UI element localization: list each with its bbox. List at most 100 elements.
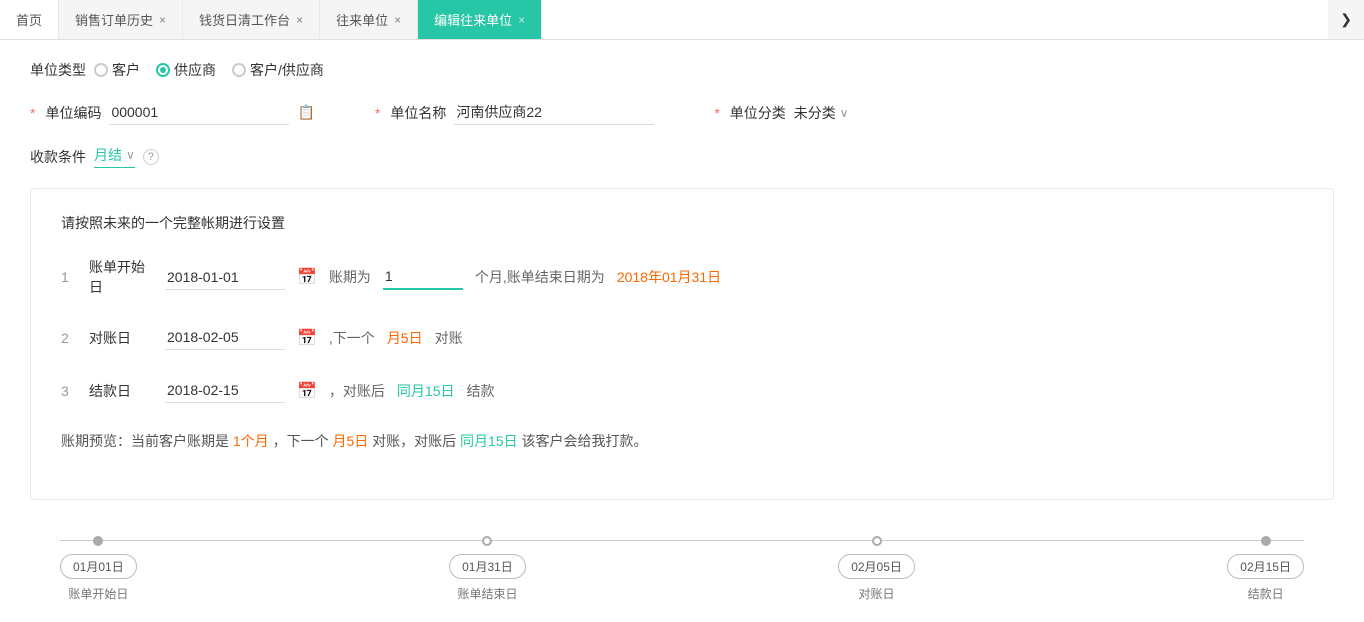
radio-customer[interactable]: 客户 — [94, 60, 140, 80]
settings-panel: 请按照未来的一个完整帐期进行设置 1 账单开始日 📅 账期为 个月,账单结束日期… — [30, 188, 1334, 500]
unit-type-label: 单位类型 — [30, 60, 86, 80]
unit-name-input[interactable] — [454, 100, 654, 125]
preview-highlight2: 月5日 — [332, 433, 368, 449]
radio-both-label: 客户/供应商 — [250, 60, 324, 80]
tab-sales-close[interactable]: × — [159, 13, 166, 27]
row-3-desc-prefix: ，对账后 — [329, 381, 385, 401]
start-date-input[interactable] — [165, 265, 285, 290]
copy-icon[interactable]: 📋 — [297, 104, 314, 121]
reconcile-date-input[interactable] — [165, 325, 285, 350]
tab-bar: 首页 销售订单历史 × 钱货日清工作台 × 往来单位 × 编辑往来单位 × ❯ — [0, 0, 1364, 40]
unit-category-star: * — [714, 105, 719, 121]
payment-dropdown-icon: ∨ — [126, 148, 135, 162]
timeline-dot-settle — [1261, 536, 1271, 546]
row-2-label: 对账日 — [89, 328, 153, 348]
tab-home-label: 首页 — [16, 10, 42, 29]
chevron-right-icon: ❯ — [1340, 11, 1352, 28]
settings-row-3: 3 结款日 📅 ，对账后 同月15日 结款 — [61, 378, 1303, 403]
timeline-badge-1: 01月31日 — [449, 554, 526, 579]
tab-edit-close[interactable]: × — [518, 13, 525, 27]
preview-suffix: 该客户会给我打款。 — [522, 433, 648, 449]
row-3-number: 3 — [61, 383, 77, 399]
settings-row-2: 2 对账日 📅 ,下一个 月5日 对账 — [61, 325, 1303, 350]
preview-highlight1: 1个月 — [233, 433, 269, 449]
unit-type-group: 单位类型 客户 供应商 客户/供应商 — [30, 60, 324, 80]
row-3-label: 结款日 — [89, 381, 153, 401]
radio-both[interactable]: 客户/供应商 — [232, 60, 324, 80]
payment-condition-select[interactable]: 月结 ∨ — [94, 145, 135, 168]
period-input[interactable] — [383, 264, 463, 290]
preview-middle1: ，下一个 — [273, 433, 329, 449]
row-1-number: 1 — [61, 269, 77, 285]
row-1-label: 账单开始日 — [89, 257, 153, 297]
preview-text: 账期预览：当前客户账期是 1个月 ，下一个 月5日 对账，对账后 同月15日 该… — [61, 431, 1303, 451]
radio-customer-label: 客户 — [112, 60, 140, 80]
tab-partner-close[interactable]: × — [394, 13, 401, 27]
timeline-points: 01月01日 账单开始日 01月31日 账单结束日 02月05日 对账日 02月… — [60, 536, 1304, 602]
row-3-desc-suffix: 结款 — [467, 381, 495, 401]
timeline-point-reconcile: 02月05日 对账日 — [838, 536, 915, 602]
tab-edit-partner[interactable]: 编辑往来单位 × — [418, 0, 542, 39]
timeline-point-end: 01月31日 账单结束日 — [449, 536, 526, 602]
unit-category-select[interactable]: 未分类 ∨ — [794, 103, 849, 123]
timeline-label-0: 账单开始日 — [68, 585, 128, 602]
settlement-calendar-icon[interactable]: 📅 — [297, 381, 317, 401]
unit-code-group: * 单位编码 📋 — [30, 100, 315, 125]
tab-edit-label: 编辑往来单位 — [434, 10, 512, 29]
radio-both-circle — [232, 63, 246, 77]
unit-name-star: * — [375, 105, 380, 121]
unit-info-row: * 单位编码 📋 * 单位名称 * 单位分类 未分类 ∨ — [30, 100, 1334, 125]
radio-supplier-circle — [156, 63, 170, 77]
unit-code-star: * — [30, 105, 35, 121]
tab-partner-label: 往来单位 — [336, 10, 388, 29]
radio-customer-circle — [94, 63, 108, 77]
timeline-track: 01月01日 账单开始日 01月31日 账单结束日 02月05日 对账日 02月… — [60, 520, 1304, 602]
tab-partner-unit[interactable]: 往来单位 × — [320, 0, 418, 39]
unit-category-group: * 单位分类 未分类 ∨ — [714, 103, 848, 123]
main-content: 单位类型 客户 供应商 客户/供应商 * 单位编码 — [0, 40, 1364, 622]
unit-code-label: 单位编码 — [45, 103, 101, 123]
preview-middle2: 对账，对账后 — [372, 433, 456, 449]
timeline-dot-start — [93, 536, 103, 546]
category-dropdown-icon: ∨ — [840, 106, 849, 120]
settings-row-1: 1 账单开始日 📅 账期为 个月,账单结束日期为 2018年01月31日 — [61, 257, 1303, 297]
row-1-desc-prefix: 账期为 — [329, 267, 371, 287]
payment-condition-value: 月结 — [94, 145, 122, 165]
timeline-dot-reconcile — [872, 536, 882, 546]
timeline-label-1: 账单结束日 — [457, 585, 517, 602]
timeline-label-2: 对账日 — [859, 585, 895, 602]
row-2-highlight: 月5日 — [387, 328, 423, 348]
row-2-desc-suffix: 对账 — [435, 328, 463, 348]
radio-supplier-label: 供应商 — [174, 60, 216, 80]
row-2-desc-prefix: ,下一个 — [329, 328, 375, 348]
tab-sales-history[interactable]: 销售订单历史 × — [59, 0, 183, 39]
row-1-desc-suffix: 个月,账单结束日期为 — [475, 267, 605, 287]
timeline-badge-2: 02月05日 — [838, 554, 915, 579]
unit-category-value: 未分类 — [794, 103, 836, 123]
unit-type-row: 单位类型 客户 供应商 客户/供应商 — [30, 60, 1334, 80]
timeline-point-start: 01月01日 账单开始日 — [60, 536, 137, 602]
payment-row: 收款条件 月结 ∨ ? — [30, 145, 1334, 168]
help-icon[interactable]: ? — [143, 149, 159, 165]
timeline-point-settle: 02月15日 结款日 — [1227, 536, 1304, 602]
unit-category-label: 单位分类 — [730, 103, 786, 123]
timeline-badge-0: 01月01日 — [60, 554, 137, 579]
unit-type-radio-group: 客户 供应商 客户/供应商 — [94, 60, 324, 80]
timeline-dot-end — [482, 536, 492, 546]
reconcile-calendar-icon[interactable]: 📅 — [297, 328, 317, 348]
tab-cash-close[interactable]: × — [296, 13, 303, 27]
payment-condition-label: 收款条件 — [30, 147, 86, 167]
timeline-wrapper: 01月01日 账单开始日 01月31日 账单结束日 02月05日 对账日 02月… — [30, 520, 1334, 602]
preview-prefix: 账期预览：当前客户账期是 — [61, 433, 229, 449]
tab-home[interactable]: 首页 — [0, 0, 59, 39]
settlement-date-input[interactable] — [165, 378, 285, 403]
panel-title: 请按照未来的一个完整帐期进行设置 — [61, 213, 1303, 233]
tab-sales-label: 销售订单历史 — [75, 10, 153, 29]
tab-more-button[interactable]: ❯ — [1328, 0, 1364, 39]
tab-cash-label: 钱货日清工作台 — [199, 10, 290, 29]
tab-cash-work[interactable]: 钱货日清工作台 × — [183, 0, 320, 39]
unit-code-input[interactable] — [109, 100, 289, 125]
start-date-calendar-icon[interactable]: 📅 — [297, 267, 317, 287]
preview-highlight3: 同月15日 — [460, 433, 518, 449]
radio-supplier[interactable]: 供应商 — [156, 60, 216, 80]
